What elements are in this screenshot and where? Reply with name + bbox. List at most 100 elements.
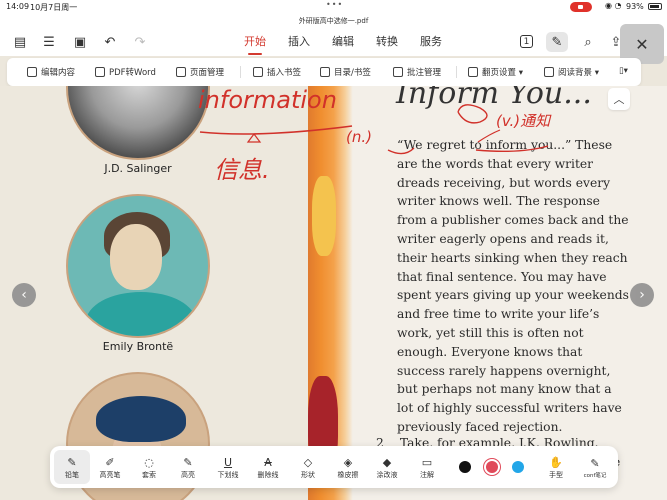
tool-hand[interactable]: ✋ 手型 (538, 450, 574, 484)
tool-label: 高亮笔 (99, 470, 121, 479)
start-subtoolbar: 编辑内容 PDF转Word 页面管理 插入书签 目录/书签 批注管理 翻页设置 … (7, 58, 641, 86)
redo-icon[interactable]: ↷ (132, 34, 148, 50)
toc-bookmark-button[interactable]: 目录/书签 (320, 66, 371, 78)
tool-label: 注解 (420, 470, 434, 479)
page-turn-icon (468, 67, 478, 77)
reading-background-icon (544, 67, 554, 77)
section-heading: Inform You... (396, 86, 592, 111)
screen-record-icon[interactable] (570, 2, 592, 12)
status-time: 14:09 (6, 2, 30, 11)
reading-background-dropdown[interactable]: 阅读背景 ▾ (544, 66, 599, 78)
salinger-portrait (66, 86, 210, 160)
collapse-toolbar-button[interactable]: ︿ (608, 88, 630, 110)
page-turn-label: 翻页设置 ▾ (482, 68, 523, 78)
caption-salinger: J.D. Salinger (104, 162, 172, 175)
notes-icon: ✎ (590, 456, 600, 470)
eraser-icon: ◈ (343, 455, 353, 469)
tab-service[interactable]: 服务 (420, 33, 442, 53)
save-icon[interactable]: ▣ (72, 34, 88, 50)
page-decoration (308, 86, 372, 500)
next-page-button[interactable]: › (630, 283, 654, 307)
tool-lasso[interactable]: ◌ 套索 (131, 450, 167, 484)
annotation-manage-button[interactable]: 批注管理 (393, 66, 441, 78)
book-view-dropdown[interactable]: ▯▾ (619, 66, 628, 76)
battery-percent: 93% (626, 2, 644, 11)
main-tabs: 开始 插入 编辑 转换 服务 (244, 33, 442, 55)
pdf-page[interactable]: J.D. Salinger Emily Brontë Inform You...… (0, 86, 667, 500)
tool-notes[interactable]: ✎ conf笔记 (577, 450, 613, 484)
undo-icon[interactable]: ↶ (102, 34, 118, 50)
page-left-column: J.D. Salinger Emily Brontë (0, 86, 308, 500)
pdf-to-word-label: PDF转Word (109, 68, 156, 78)
color-swatch-black[interactable] (459, 461, 471, 473)
reading-background-label: 阅读背景 ▾ (558, 68, 599, 78)
tool-label: 删除线 (257, 470, 279, 479)
annotation-manage-label: 批注管理 (407, 68, 442, 78)
toc-bookmark-label: 目录/书签 (334, 68, 371, 78)
pdf-to-word-icon (95, 67, 105, 77)
chevron-up-icon: ︿ (613, 93, 625, 106)
divider (240, 66, 241, 78)
tab-start[interactable]: 开始 (244, 33, 266, 55)
tool-label: conf笔记 (583, 472, 607, 479)
wifi-icon: ◉ ◔ (605, 1, 622, 10)
tool-label: 涂改液 (376, 470, 398, 479)
tool-underline[interactable]: U 下划线 (210, 450, 246, 484)
pencil-icon: ✎ (67, 455, 77, 469)
bookmark-icon (253, 67, 263, 77)
insert-bookmark-button[interactable]: 插入书签 (253, 66, 301, 78)
tab-convert[interactable]: 转换 (376, 33, 398, 53)
battery-icon (648, 3, 662, 10)
lasso-icon: ◌ (144, 455, 154, 469)
page-manage-icon (176, 67, 186, 77)
status-bar: 14:09 10月7日周一 ••• ◉ ◔ 93% (0, 0, 667, 14)
chevron-right-icon: › (639, 287, 645, 303)
shape-icon: ◇ (303, 455, 313, 469)
tool-note[interactable]: ▭ 注解 (409, 450, 445, 484)
tool-label: 高亮 (181, 470, 195, 479)
page-manage-label: 页面管理 (190, 68, 225, 78)
bronte-portrait (66, 194, 210, 338)
color-swatch-red[interactable] (486, 461, 498, 473)
tool-label: 橡皮擦 (337, 470, 359, 479)
page-manage-button[interactable]: 页面管理 (176, 66, 224, 78)
correction-icon: ◆ (382, 455, 392, 469)
annotation-toolbar: ✎ 铅笔 ✐ 高亮笔 ◌ 套索 ✎ 高亮 U 下划线 A 删除线 ◇ 形状 ◈ … (50, 446, 618, 488)
chevron-left-icon: ‹ (21, 287, 27, 303)
toc-icon (320, 67, 330, 77)
tool-pencil[interactable]: ✎ 铅笔 (54, 450, 90, 484)
tool-label: 形状 (301, 470, 315, 479)
sidebar-icon[interactable]: ▤ (12, 34, 28, 50)
pdf-to-word-button[interactable]: PDF转Word (95, 66, 156, 78)
tool-shape[interactable]: ◇ 形状 (290, 450, 326, 484)
edit-content-label: 编辑内容 (41, 68, 76, 78)
note-icon: ▭ (421, 455, 433, 469)
document-title: 外研版高中选修一.pdf (298, 17, 369, 25)
page-turn-settings-dropdown[interactable]: 翻页设置 ▾ (468, 66, 523, 78)
close-icon: ✕ (635, 34, 649, 54)
search-icon[interactable]: ⌕ (580, 34, 596, 50)
previous-page-button[interactable]: ‹ (12, 283, 36, 307)
tool-strikethrough[interactable]: A 删除线 (250, 450, 286, 484)
tool-highlight[interactable]: ✎ 高亮 (170, 450, 206, 484)
page-icon[interactable]: 1 (520, 35, 533, 48)
multitask-dots-icon[interactable]: ••• (326, 0, 343, 9)
divider (456, 66, 457, 78)
edit-content-button[interactable]: 编辑内容 (27, 66, 75, 78)
paragraph-text: “We regret to inform you...” These are t… (397, 138, 629, 434)
tool-correction-fluid[interactable]: ◆ 涂改液 (369, 450, 405, 484)
underline-icon: U (223, 455, 233, 469)
tab-insert[interactable]: 插入 (288, 33, 310, 53)
tool-eraser[interactable]: ◈ 橡皮擦 (330, 450, 366, 484)
tool-highlighter[interactable]: ✐ 高亮笔 (92, 450, 128, 484)
color-swatch-blue[interactable] (512, 461, 524, 473)
status-date: 10月7日周一 (30, 3, 78, 12)
tool-label: 手型 (549, 470, 563, 479)
menu-icon[interactable]: ☰ (41, 34, 57, 50)
strikethrough-icon: A (264, 455, 272, 469)
edit-content-icon (27, 67, 37, 77)
tab-edit[interactable]: 编辑 (332, 33, 354, 53)
annotation-manage-icon (393, 67, 403, 77)
highlighter-icon: ✐ (105, 455, 115, 469)
pen-icon[interactable]: ✎ (546, 32, 568, 52)
